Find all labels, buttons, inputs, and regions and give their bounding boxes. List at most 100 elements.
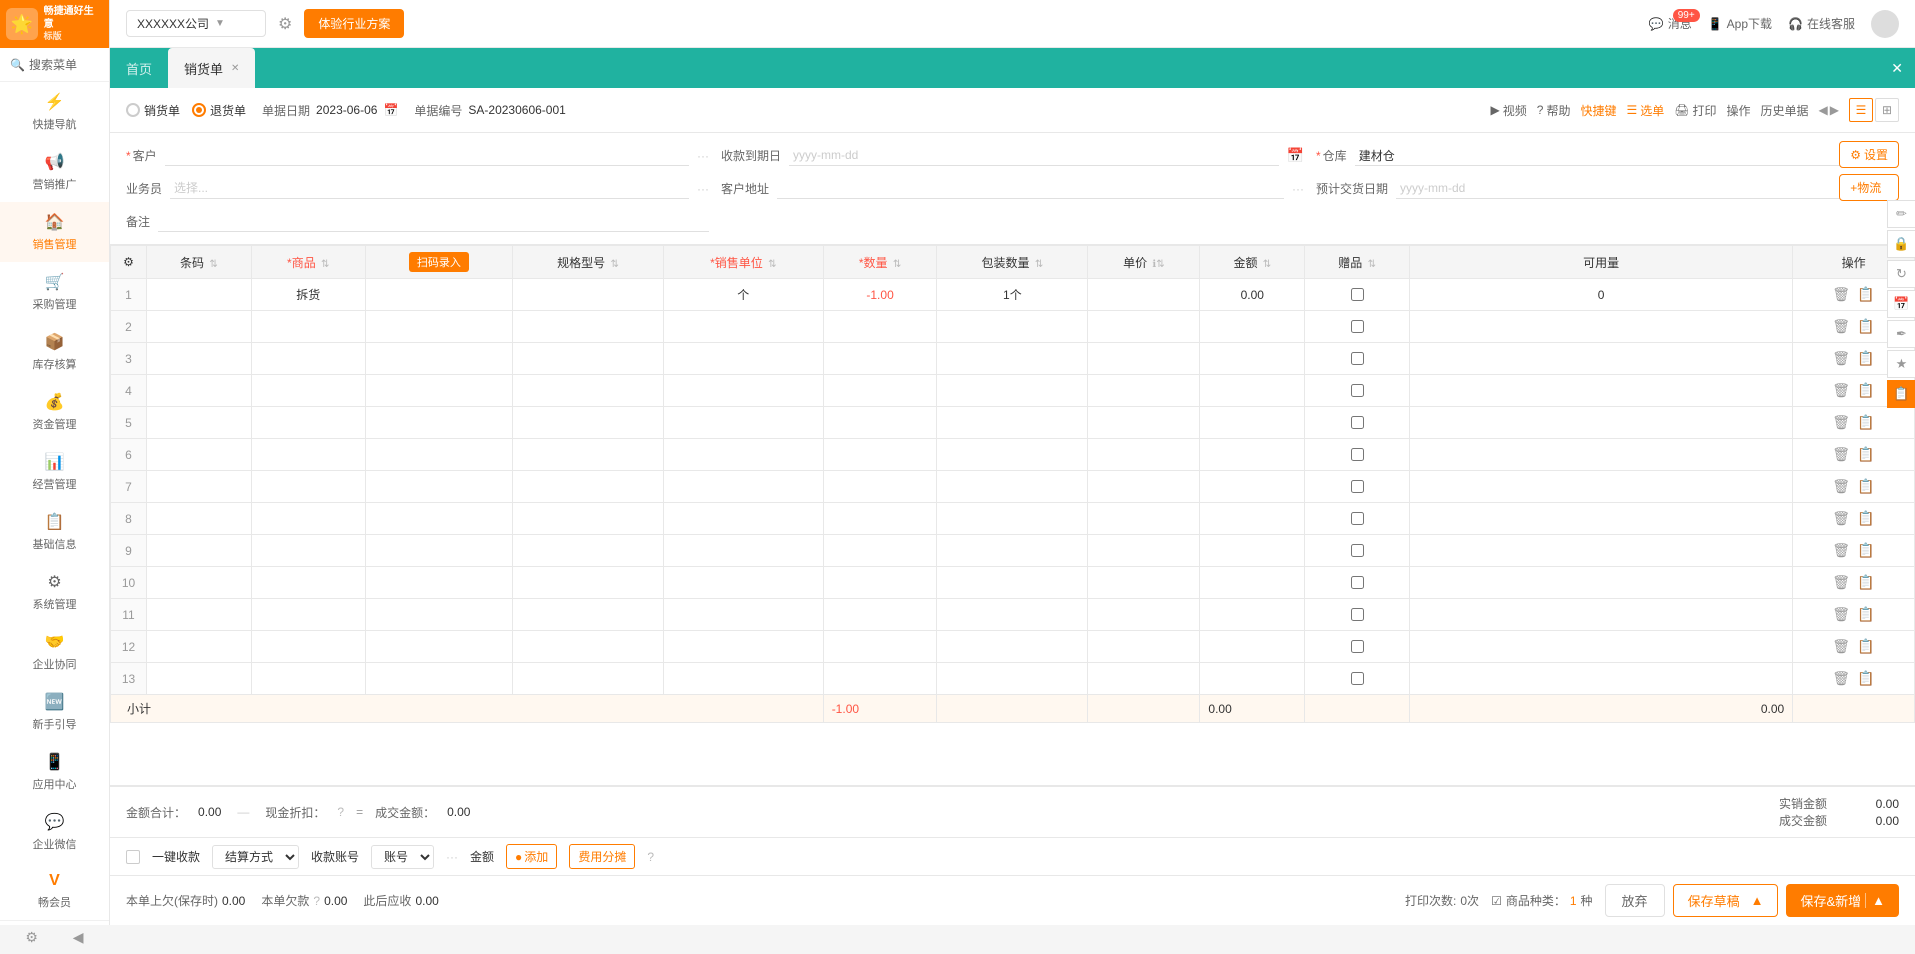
help-btn[interactable]: ? 帮助 <box>1537 102 1571 119</box>
list-view-btn[interactable]: ☰ <box>1849 98 1873 122</box>
due-date-calendar-icon[interactable]: 📅 <box>1287 147 1304 164</box>
operate-btn[interactable]: 操作 <box>1727 102 1751 119</box>
pkg-cell[interactable] <box>937 535 1088 567</box>
trial-btn[interactable]: 体验行业方案 <box>304 9 404 38</box>
payment-dots-icon[interactable]: ··· <box>446 850 458 864</box>
price-cell[interactable] <box>1088 599 1200 631</box>
delete-icon[interactable]: 🗑 <box>1832 286 1850 302</box>
tab-sales-order[interactable]: 销货单 ✕ <box>168 48 255 88</box>
unit-cell[interactable] <box>663 567 823 599</box>
qty-cell[interactable]: -1.00 <box>823 279 937 311</box>
float-lock-btn[interactable]: 🔒 <box>1887 230 1915 258</box>
copy-icon[interactable]: 📋 <box>1857 414 1874 430</box>
copy-icon[interactable]: 📋 <box>1857 382 1874 398</box>
pkg-cell[interactable]: 1个 <box>937 279 1088 311</box>
account-select[interactable]: 账号 <box>371 845 434 869</box>
fenyong-btn[interactable]: 费用分摊 <box>569 844 635 869</box>
gift-cell[interactable] <box>1305 599 1410 631</box>
pkg-cell[interactable] <box>937 407 1088 439</box>
gift-cell[interactable] <box>1305 311 1410 343</box>
amount-cell[interactable] <box>1200 439 1305 471</box>
remarks-input[interactable] <box>158 211 709 232</box>
delete-icon[interactable]: 🗑 <box>1832 382 1850 398</box>
logistics-btn[interactable]: +物流 <box>1839 174 1899 201</box>
qty-cell[interactable] <box>823 375 937 407</box>
spec-cell[interactable] <box>513 439 664 471</box>
price-cell[interactable] <box>1088 375 1200 407</box>
sidebar-item-base[interactable]: 📋 基础信息 <box>0 502 109 562</box>
unit-cell[interactable]: 个 <box>663 279 823 311</box>
spec-cell[interactable] <box>513 471 664 503</box>
shortcut-btn[interactable]: 快捷键 <box>1580 102 1616 119</box>
tab-home[interactable]: 首页 <box>110 48 168 88</box>
add-payment-btn[interactable]: ● 添加 <box>506 844 557 869</box>
delete-icon[interactable]: 🗑 <box>1832 414 1850 430</box>
delete-icon[interactable]: 🗑 <box>1832 350 1850 366</box>
amount-cell[interactable] <box>1200 503 1305 535</box>
date-value[interactable]: 2023-06-06 <box>316 103 377 117</box>
address-dots-icon[interactable]: ··· <box>1292 182 1304 196</box>
spec-cell[interactable] <box>513 503 664 535</box>
price-cell[interactable] <box>1088 343 1200 375</box>
spec-cell[interactable] <box>513 311 664 343</box>
gift-cell[interactable] <box>1305 279 1410 311</box>
warehouse-input[interactable] <box>1355 145 1879 166</box>
price-cell[interactable] <box>1088 439 1200 471</box>
pkg-cell[interactable] <box>937 439 1088 471</box>
amount-cell[interactable] <box>1200 407 1305 439</box>
sidebar-item-finance[interactable]: 💰 资金管理 <box>0 382 109 442</box>
table-settings-icon[interactable]: ⚙ <box>123 255 134 269</box>
product-cell[interactable] <box>251 439 365 471</box>
amount-cell[interactable]: 0.00 <box>1200 279 1305 311</box>
amount-cell[interactable] <box>1200 631 1305 663</box>
one-click-checkbox[interactable] <box>126 850 140 864</box>
save-new-btn[interactable]: 保存&新增 ▲ <box>1786 884 1899 917</box>
sidebar-item-purchase[interactable]: 🛒 采购管理 <box>0 262 109 322</box>
spec-cell[interactable] <box>513 663 664 695</box>
company-selector[interactable]: XXXXXX公司 ▼ <box>126 10 266 37</box>
barcode-cell[interactable] <box>147 567 252 599</box>
pkg-cell[interactable] <box>937 375 1088 407</box>
select-btn[interactable]: ☰ 选单 <box>1626 102 1664 119</box>
copy-icon[interactable]: 📋 <box>1857 638 1874 654</box>
qty-cell[interactable] <box>823 407 937 439</box>
pkg-cell[interactable] <box>937 631 1088 663</box>
settings-btn[interactable]: ⚙ <box>278 14 292 34</box>
user-avatar[interactable] <box>1871 10 1899 38</box>
sidebar-item-operations[interactable]: 📊 经营管理 <box>0 442 109 502</box>
delete-icon[interactable]: 🗑 <box>1832 542 1850 558</box>
copy-icon[interactable]: 📋 <box>1857 478 1874 494</box>
product-cell[interactable] <box>251 503 365 535</box>
gift-cell[interactable] <box>1305 535 1410 567</box>
sidebar-item-guide[interactable]: 🆕 新手引导 <box>0 682 109 742</box>
settings-form-btn[interactable]: ⚙ 设置 <box>1839 141 1899 168</box>
product-cell[interactable] <box>251 567 365 599</box>
prev-btn[interactable]: ◀ <box>1819 103 1828 117</box>
qty-cell[interactable] <box>823 663 937 695</box>
float-main-btn[interactable]: 📋 <box>1887 380 1915 408</box>
delete-icon[interactable]: 🗑 <box>1832 478 1850 494</box>
qty-cell[interactable] <box>823 439 937 471</box>
sidebar-item-marketing[interactable]: 📢 营销推广 <box>0 142 109 202</box>
sidebar-item-quick-nav[interactable]: ⚡ 快捷导航 <box>0 82 109 142</box>
sidebar-collapse-btn[interactable]: ◀ <box>73 929 84 946</box>
amount-cell[interactable] <box>1200 375 1305 407</box>
service-btn[interactable]: 🎧 在线客服 <box>1788 15 1855 32</box>
sidebar-item-enterprise[interactable]: 🤝 企业协同 <box>0 622 109 682</box>
barcode-cell[interactable] <box>147 663 252 695</box>
copy-icon[interactable]: 📋 <box>1857 510 1874 526</box>
qty-cell[interactable] <box>823 471 937 503</box>
copy-icon[interactable]: 📋 <box>1857 670 1874 686</box>
save-draft-btn[interactable]: 保存草稿 ▲ <box>1673 884 1779 917</box>
pkg-cell[interactable] <box>937 311 1088 343</box>
price-cell[interactable] <box>1088 535 1200 567</box>
copy-icon[interactable]: 📋 <box>1857 286 1874 302</box>
amount-cell[interactable] <box>1200 471 1305 503</box>
due-date-input[interactable] <box>789 145 1279 166</box>
pkg-cell[interactable] <box>937 599 1088 631</box>
customer-dots-icon[interactable]: ··· <box>697 149 709 163</box>
spec-cell[interactable] <box>513 407 664 439</box>
amount-cell[interactable] <box>1200 599 1305 631</box>
pkg-cell[interactable] <box>937 471 1088 503</box>
product-cell[interactable] <box>251 471 365 503</box>
